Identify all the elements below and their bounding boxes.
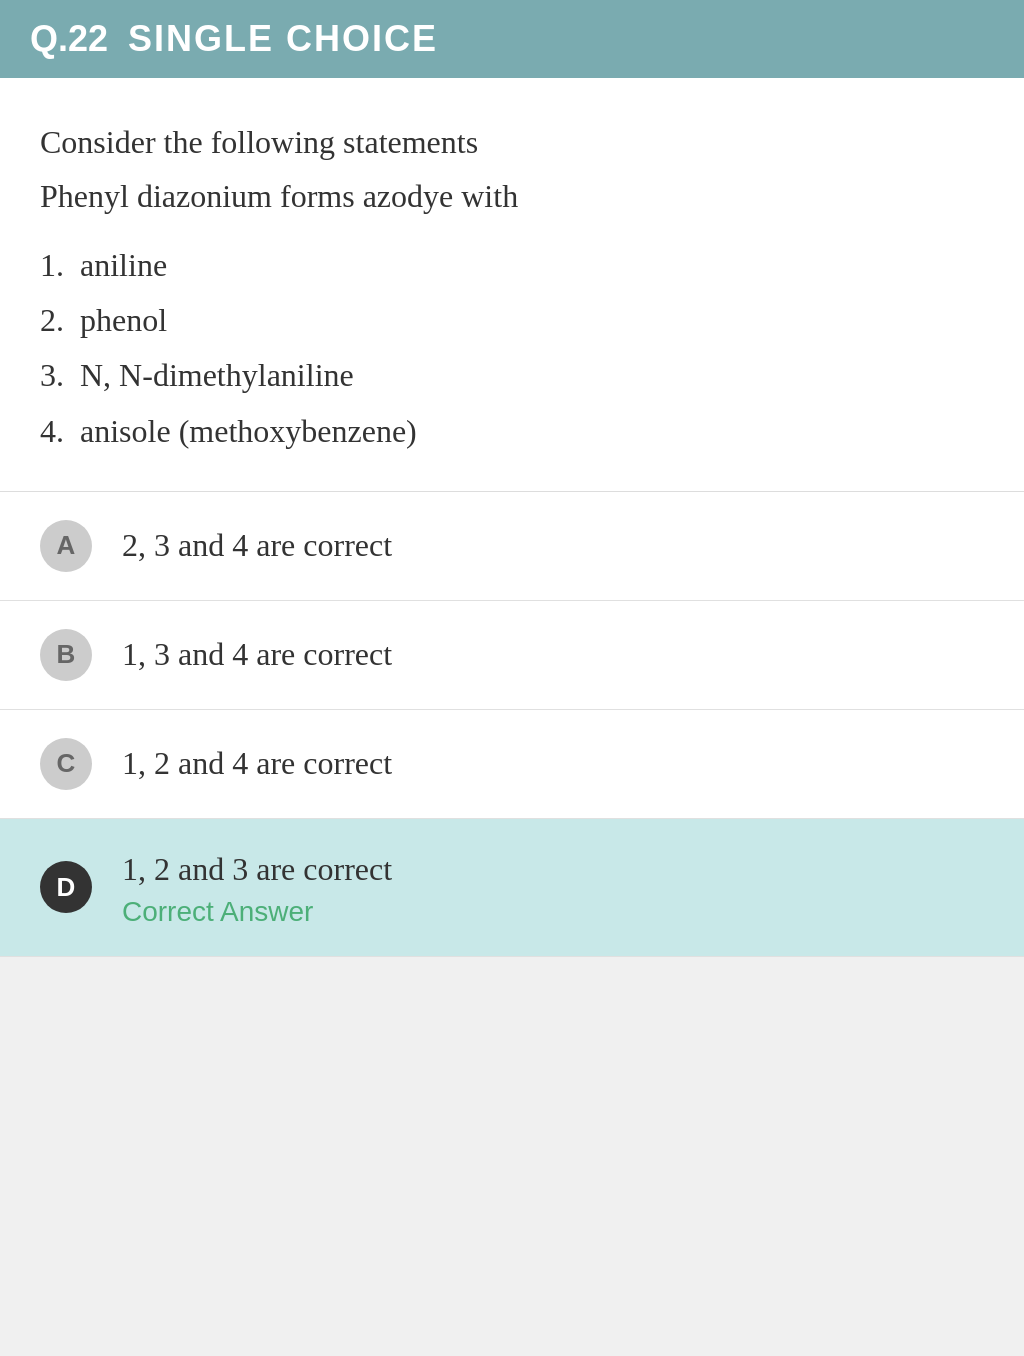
option-text-a: 2, 3 and 4 are correct [122,523,392,568]
question-intro: Consider the following statements [40,118,984,166]
question-type: SINGLE CHOICE [128,18,438,60]
option-content-a: 2, 3 and 4 are correct [122,523,392,568]
statement-number: 1. [40,240,70,291]
question-card: Q.22 SINGLE CHOICE Consider the followin… [0,0,1024,957]
question-header: Q.22 SINGLE CHOICE [0,0,1024,78]
statement-number: 4. [40,406,70,457]
correct-answer-label: Correct Answer [122,896,392,928]
option-badge-b: B [40,629,92,681]
option-badge-d: D [40,861,92,913]
option-text-c: 1, 2 and 4 are correct [122,741,392,786]
option-row-d[interactable]: D 1, 2 and 3 are correct Correct Answer [0,819,1024,957]
question-number: Q.22 [30,18,108,60]
option-row-c[interactable]: C 1, 2 and 4 are correct [0,710,1024,819]
options-container: A 2, 3 and 4 are correct B 1, 3 and 4 ar… [0,492,1024,957]
option-content-d: 1, 2 and 3 are correct Correct Answer [122,847,392,928]
statement-item: 3. N, N-dimethylaniline [40,350,984,401]
question-subtitle: Phenyl diazonium forms azodye with [40,172,984,220]
option-row-a[interactable]: A 2, 3 and 4 are correct [0,492,1024,601]
statement-item: 4. anisole (methoxybenzene) [40,406,984,457]
option-badge-c: C [40,738,92,790]
option-text-b: 1, 3 and 4 are correct [122,632,392,677]
option-content-c: 1, 2 and 4 are correct [122,741,392,786]
option-row-b[interactable]: B 1, 3 and 4 are correct [0,601,1024,710]
option-badge-a: A [40,520,92,572]
statement-text: phenol [80,295,167,346]
statement-text: N, N-dimethylaniline [80,350,354,401]
question-body: Consider the following statements Phenyl… [0,78,1024,492]
statement-number: 3. [40,350,70,401]
statement-item: 1. aniline [40,240,984,291]
option-content-b: 1, 3 and 4 are correct [122,632,392,677]
statement-number: 2. [40,295,70,346]
statement-text: anisole (methoxybenzene) [80,406,417,457]
statement-text: aniline [80,240,167,291]
statement-item: 2. phenol [40,295,984,346]
statement-list: 1. aniline 2. phenol 3. N, N-dimethylani… [40,240,984,457]
option-text-d: 1, 2 and 3 are correct [122,847,392,892]
